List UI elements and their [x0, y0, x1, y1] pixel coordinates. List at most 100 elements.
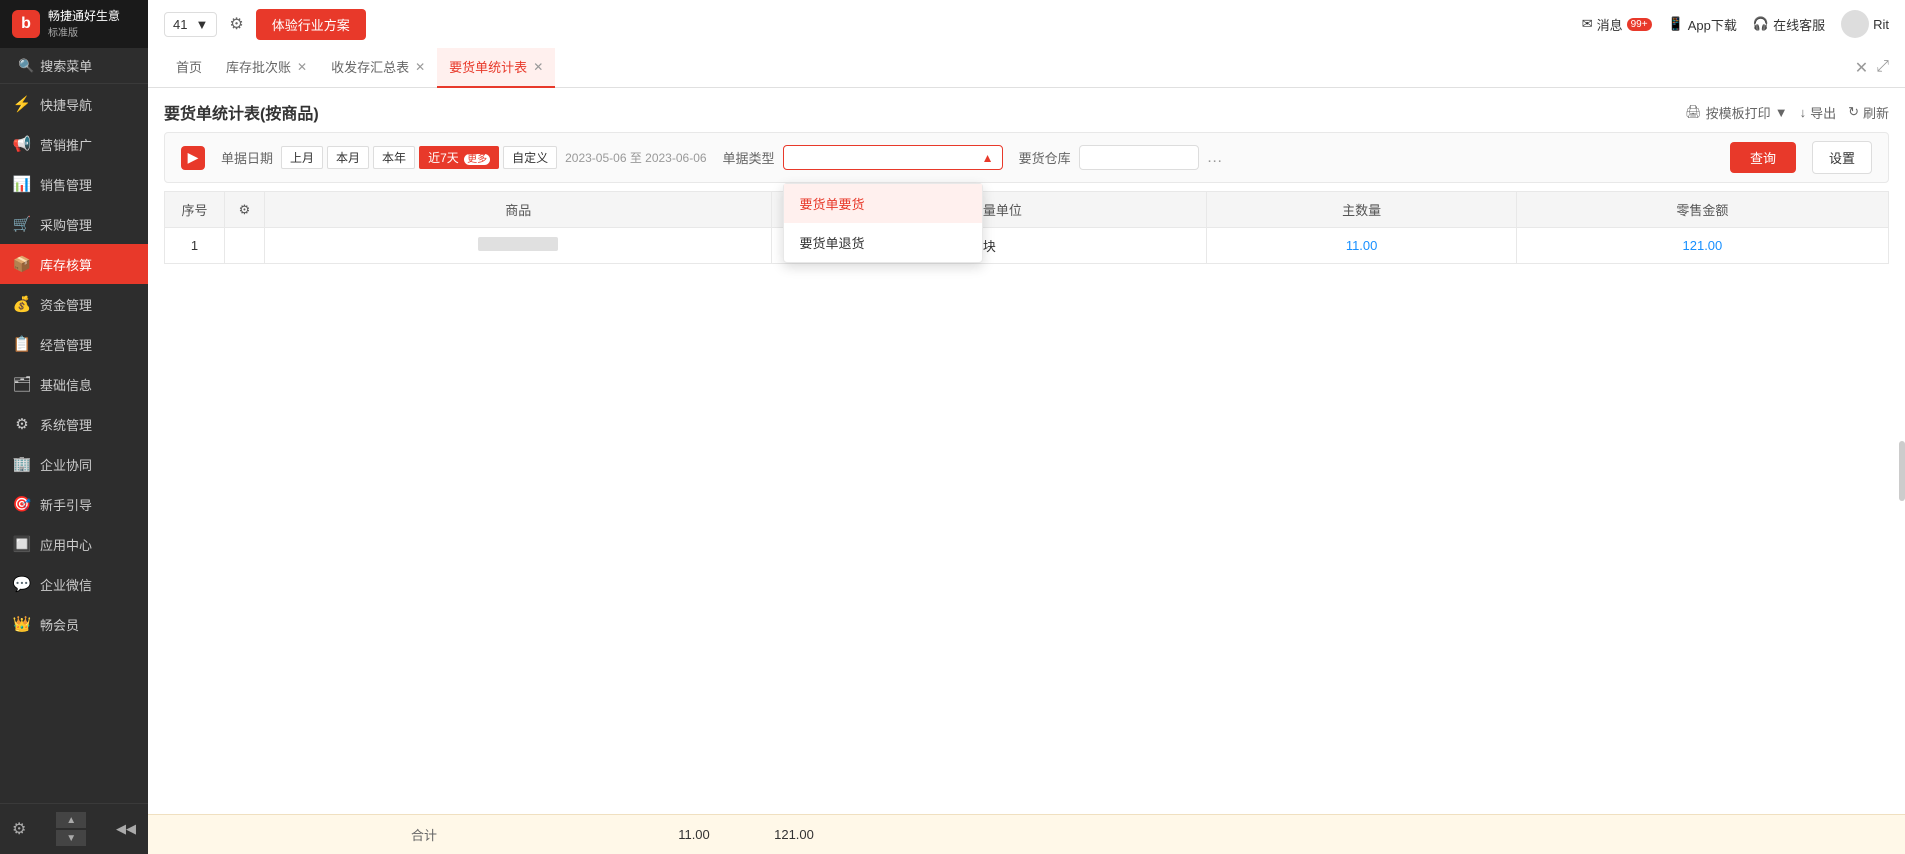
filter-warehouse-value: [1088, 150, 1092, 165]
filter-warehouse-label: 要货仓库: [1019, 148, 1071, 167]
online-service-btn[interactable]: 🎧 在线客服: [1753, 15, 1825, 34]
query-btn[interactable]: 查询: [1730, 142, 1796, 173]
logo-name: 畅捷通好生意: [48, 9, 120, 25]
cell-product: [265, 228, 772, 264]
expand-btn[interactable]: ⤢: [1876, 58, 1889, 78]
filter-warehouse-select[interactable]: [1079, 145, 1199, 170]
sidebar-item-sales[interactable]: 📊 销售管理: [0, 164, 148, 204]
quick-nav-icon: ⚡: [12, 94, 32, 114]
sidebar-item-operation[interactable]: 📋 经营管理: [0, 324, 148, 364]
tab-inventory-batch-close[interactable]: ✕: [297, 60, 307, 74]
sidebar-item-enterprise[interactable]: 🏢 企业协同: [0, 444, 148, 484]
sidebar-item-marketing[interactable]: 📢 营销推广: [0, 124, 148, 164]
topbar-left: 41 ▼ ⚙ 体验行业方案: [164, 9, 366, 40]
page-content: 要货单统计表(按商品) 🖨 按模板打印 ▼ ↓ 导出 ↻ 刷新 ▶: [148, 88, 1905, 854]
sidebar-settings-btn[interactable]: ⚙: [12, 819, 26, 839]
sidebar-item-system[interactable]: ⚙ 系统管理: [0, 404, 148, 444]
sidebar-item-finance[interactable]: 💰 资金管理: [0, 284, 148, 324]
sidebar-item-label: 企业微信: [40, 575, 92, 594]
sidebar-item-wechat[interactable]: 💬 企业微信: [0, 564, 148, 604]
trial-btn[interactable]: 体验行业方案: [256, 9, 366, 40]
sidebar-item-inventory[interactable]: 📦 库存核算: [0, 244, 148, 284]
sidebar-item-apps[interactable]: 🔲 应用中心: [0, 524, 148, 564]
marketing-icon: 📢: [12, 134, 32, 154]
tab-receipt-summary[interactable]: 收发存汇总表 ✕: [319, 48, 437, 88]
sidebar-item-label: 应用中心: [40, 535, 92, 554]
filter-type-select[interactable]: ▲: [783, 145, 1003, 170]
sidebar-scroll-down[interactable]: ▼: [56, 830, 86, 846]
sidebar-item-purchase[interactable]: 🛒 采购管理: [0, 204, 148, 244]
tab-receipt-summary-close[interactable]: ✕: [415, 60, 425, 74]
tab-inventory-batch[interactable]: 库存批次账 ✕: [214, 48, 319, 88]
filter-btn-last-month[interactable]: 上月: [281, 146, 323, 169]
sidebar-scroll-up[interactable]: ▲: [56, 812, 86, 828]
dropdown-item-requisition-purchase[interactable]: 要货单要货: [784, 184, 982, 223]
filter-bar: ▶ 单据日期 上月 本月 本年 近7天 更多 自定义 2023-05-06 至 …: [164, 132, 1889, 183]
sidebar-collapse-btn[interactable]: ◀◀: [116, 821, 136, 837]
table-settings-icon[interactable]: ⚙: [239, 202, 251, 217]
sidebar-item-basic[interactable]: 🗂 基础信息: [0, 364, 148, 404]
print-btn[interactable]: 🖨 按模板打印 ▼: [1685, 103, 1787, 122]
export-btn[interactable]: ↓ 导出: [1800, 103, 1837, 122]
tab-requisition-summary[interactable]: 要货单统计表 ✕: [437, 48, 555, 88]
data-table: 序号 ⚙ 商品 主计量单位 主数量 零售金额 1: [164, 191, 1889, 264]
sidebar-item-label: 企业协同: [40, 455, 92, 474]
filter-btn-custom[interactable]: 自定义: [503, 146, 557, 169]
filter-btn-this-year[interactable]: 本年: [373, 146, 415, 169]
tab-receipt-summary-label: 收发存汇总表: [331, 57, 409, 76]
col-header-settings[interactable]: ⚙: [225, 192, 265, 228]
filter-type-group: 单据类型 ▲ 要货单要货 要货单退货: [723, 145, 1003, 170]
filter-more-icon[interactable]: …: [1207, 149, 1223, 167]
topbar-settings-icon[interactable]: ⚙: [229, 14, 243, 34]
search-icon: 🔍: [18, 58, 34, 74]
col-header-product: 商品: [265, 192, 772, 228]
page-title: 要货单统计表(按商品): [164, 100, 319, 124]
operation-icon: 📋: [12, 334, 32, 354]
message-btn[interactable]: ✉ 消息 99+: [1582, 15, 1652, 34]
refresh-label: 刷新: [1863, 103, 1889, 122]
cell-row-num: 1: [165, 228, 225, 264]
hot-badge: 更多: [464, 154, 490, 165]
tabs-bar: 首页 库存批次账 ✕ 收发存汇总表 ✕ 要货单统计表 ✕ ✕ ⤢: [148, 48, 1905, 88]
table-row: 1 块 11.00 121.00: [165, 228, 1889, 264]
company-selector[interactable]: 41 ▼: [164, 12, 217, 37]
logo-icon: b: [12, 10, 40, 38]
sidebar-nav: ⚡ 快捷导航 📢 营销推广 📊 销售管理 🛒 采购管理 📦 库存核算 💰 资金管…: [0, 84, 148, 803]
sidebar-item-label: 畅会员: [40, 615, 79, 634]
col-header-amount: 零售金额: [1516, 192, 1888, 228]
sidebar-item-label: 基础信息: [40, 375, 92, 394]
filter-date-label: 单据日期: [221, 148, 273, 167]
right-scroll-handle[interactable]: [1899, 441, 1905, 501]
username-label: Rit: [1873, 17, 1889, 32]
filter-btn-this-month[interactable]: 本月: [327, 146, 369, 169]
sidebar-logo: b 畅捷通好生意 标准版: [0, 0, 148, 48]
purchase-icon: 🛒: [12, 214, 32, 234]
sidebar-item-member[interactable]: 👑 畅会员: [0, 604, 148, 644]
apps-icon: 🔲: [12, 534, 32, 554]
service-label: 在线客服: [1773, 15, 1825, 34]
filter-expand-btn[interactable]: ▶: [181, 146, 205, 170]
filter-type-value: [792, 150, 982, 165]
sidebar-item-label: 营销推广: [40, 135, 92, 154]
enterprise-icon: 🏢: [12, 454, 32, 474]
cell-amount[interactable]: 121.00: [1516, 228, 1888, 264]
sidebar-item-guide[interactable]: 🎯 新手引导: [0, 484, 148, 524]
close-all-btn[interactable]: ✕: [1855, 58, 1868, 78]
system-icon: ⚙: [12, 414, 32, 434]
app-download-btn[interactable]: 📱 App下载: [1668, 15, 1737, 34]
sidebar-item-label: 新手引导: [40, 495, 92, 514]
tab-requisition-summary-close[interactable]: ✕: [533, 60, 543, 74]
user-profile-btn[interactable]: Rit: [1841, 10, 1889, 38]
sidebar-search[interactable]: 🔍 搜索菜单: [0, 48, 148, 84]
cell-quantity[interactable]: 11.00: [1207, 228, 1516, 264]
filter-btn-7days[interactable]: 近7天 更多: [419, 146, 499, 169]
member-icon: 👑: [12, 614, 32, 634]
filter-settings-btn[interactable]: 设置: [1812, 141, 1872, 174]
wechat-icon: 💬: [12, 574, 32, 594]
sidebar-item-quick-nav[interactable]: ⚡ 快捷导航: [0, 84, 148, 124]
footer-quantity: 11.00: [644, 827, 744, 842]
refresh-btn[interactable]: ↻ 刷新: [1848, 103, 1889, 122]
dropdown-item-requisition-return[interactable]: 要货单退货: [784, 223, 982, 262]
sidebar: b 畅捷通好生意 标准版 🔍 搜索菜单 ⚡ 快捷导航 📢 营销推广 📊 销售管理…: [0, 0, 148, 854]
tab-home[interactable]: 首页: [164, 48, 214, 88]
